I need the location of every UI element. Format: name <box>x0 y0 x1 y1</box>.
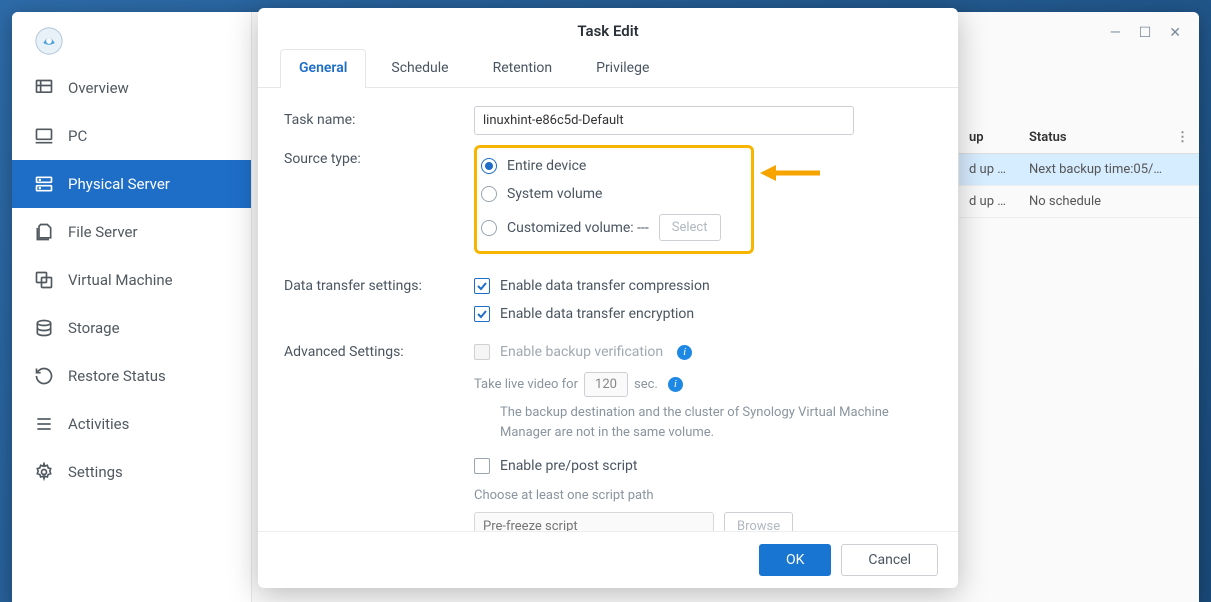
source-type-label: Source type: <box>284 145 474 167</box>
radio-customized-volume[interactable] <box>481 220 497 236</box>
option-encryption: Enable data transfer encryption <box>500 306 694 322</box>
sidebar-item-restore-status[interactable]: Restore Status <box>12 352 251 400</box>
sidebar-item-settings[interactable]: Settings <box>12 448 251 496</box>
minimize-icon[interactable]: — <box>1110 26 1121 40</box>
task-name-input[interactable] <box>474 106 854 135</box>
option-system-volume: System volume <box>507 186 602 202</box>
background-table: up Status ⋮ d up … Next backup time:05/…… <box>959 122 1199 218</box>
sidebar-item-activities[interactable]: Activities <box>12 400 251 448</box>
sidebar-item-label: Activities <box>68 415 129 433</box>
col-header-status: Status <box>1029 130 1168 145</box>
radio-entire-device[interactable] <box>481 158 497 174</box>
gear-icon <box>34 462 54 482</box>
activities-icon <box>34 414 54 434</box>
sidebar-item-label: File Server <box>68 223 138 241</box>
checkbox-compression[interactable] <box>474 278 490 294</box>
sidebar-item-file-server[interactable]: File Server <box>12 208 251 256</box>
pc-icon <box>34 126 54 146</box>
close-icon[interactable]: ✕ <box>1169 26 1181 40</box>
column-menu-icon[interactable]: ⋮ <box>1168 130 1189 145</box>
restore-icon <box>34 366 54 386</box>
vm-icon <box>34 270 54 290</box>
dialog-tabs: General Schedule Retention Privilege <box>258 48 958 88</box>
sidebar-item-label: Restore Status <box>68 367 166 385</box>
browse-pre-button[interactable]: Browse <box>724 512 793 532</box>
files-icon <box>34 222 54 242</box>
sidebar-item-physical-server[interactable]: Physical Server <box>12 160 251 208</box>
cancel-button[interactable]: Cancel <box>841 544 938 576</box>
col-header: up <box>969 130 1029 145</box>
sidebar-item-overview[interactable]: Overview <box>12 64 251 112</box>
info-icon[interactable]: i <box>677 345 692 360</box>
sidebar-item-label: PC <box>68 127 87 145</box>
checkbox-encryption[interactable] <box>474 306 490 322</box>
maximize-icon[interactable]: ☐ <box>1139 26 1152 40</box>
option-customized-volume: Customized volume: --- <box>507 220 649 236</box>
pre-freeze-input[interactable] <box>474 512 714 532</box>
sidebar-item-label: Storage <box>68 319 120 337</box>
info-icon[interactable]: i <box>668 377 683 392</box>
task-name-label: Task name: <box>284 106 474 128</box>
tab-general[interactable]: General <box>280 49 366 88</box>
sidebar-item-label: Physical Server <box>68 175 170 193</box>
tab-schedule[interactable]: Schedule <box>372 49 467 88</box>
tab-retention[interactable]: Retention <box>474 49 572 88</box>
table-row[interactable]: d up … No schedule <box>959 186 1199 218</box>
option-compression: Enable data transfer compression <box>500 278 710 294</box>
storage-icon <box>34 318 54 338</box>
table-header: up Status ⋮ <box>959 122 1199 154</box>
checkbox-verification[interactable] <box>474 344 490 360</box>
data-transfer-label: Data transfer settings: <box>284 272 474 294</box>
server-icon <box>34 174 54 194</box>
sidebar-item-virtual-machine[interactable]: Virtual Machine <box>12 256 251 304</box>
tab-privilege[interactable]: Privilege <box>577 49 668 88</box>
table-row[interactable]: d up … Next backup time:05/… <box>959 154 1199 186</box>
volume-warning-text: The backup destination and the cluster o… <box>500 403 920 442</box>
dialog-title: Task Edit <box>258 8 958 48</box>
option-verification: Enable backup verification <box>500 344 663 360</box>
live-video-input[interactable] <box>584 372 628 397</box>
sidebar-item-pc[interactable]: PC <box>12 112 251 160</box>
ok-button[interactable]: OK <box>759 544 831 576</box>
overview-icon <box>34 78 54 98</box>
option-entire-device: Entire device <box>507 158 586 174</box>
script-hint: Choose at least one script path <box>474 486 932 506</box>
sidebar-item-label: Overview <box>68 79 129 97</box>
radio-system-volume[interactable] <box>481 186 497 202</box>
advanced-settings-label: Advanced Settings: <box>284 338 474 360</box>
option-script: Enable pre/post script <box>500 458 637 474</box>
select-volume-button[interactable]: Select <box>659 214 721 241</box>
sidebar-item-storage[interactable]: Storage <box>12 304 251 352</box>
dialog-body: Task name: Source type: Entire device Sy… <box>258 88 958 531</box>
sidebar: Overview PC Physical Server File Server … <box>12 12 252 602</box>
app-logo-icon <box>34 26 64 60</box>
dialog-footer: OK Cancel <box>258 531 958 588</box>
sidebar-item-label: Settings <box>68 463 123 481</box>
source-type-highlight: Entire device System volume Customized v… <box>474 145 754 254</box>
task-edit-dialog: Task Edit General Schedule Retention Pri… <box>258 8 958 588</box>
live-video-post: sec. <box>634 375 658 395</box>
live-video-pre: Take live video for <box>474 375 578 395</box>
checkbox-script[interactable] <box>474 458 490 474</box>
sidebar-item-label: Virtual Machine <box>68 271 173 289</box>
